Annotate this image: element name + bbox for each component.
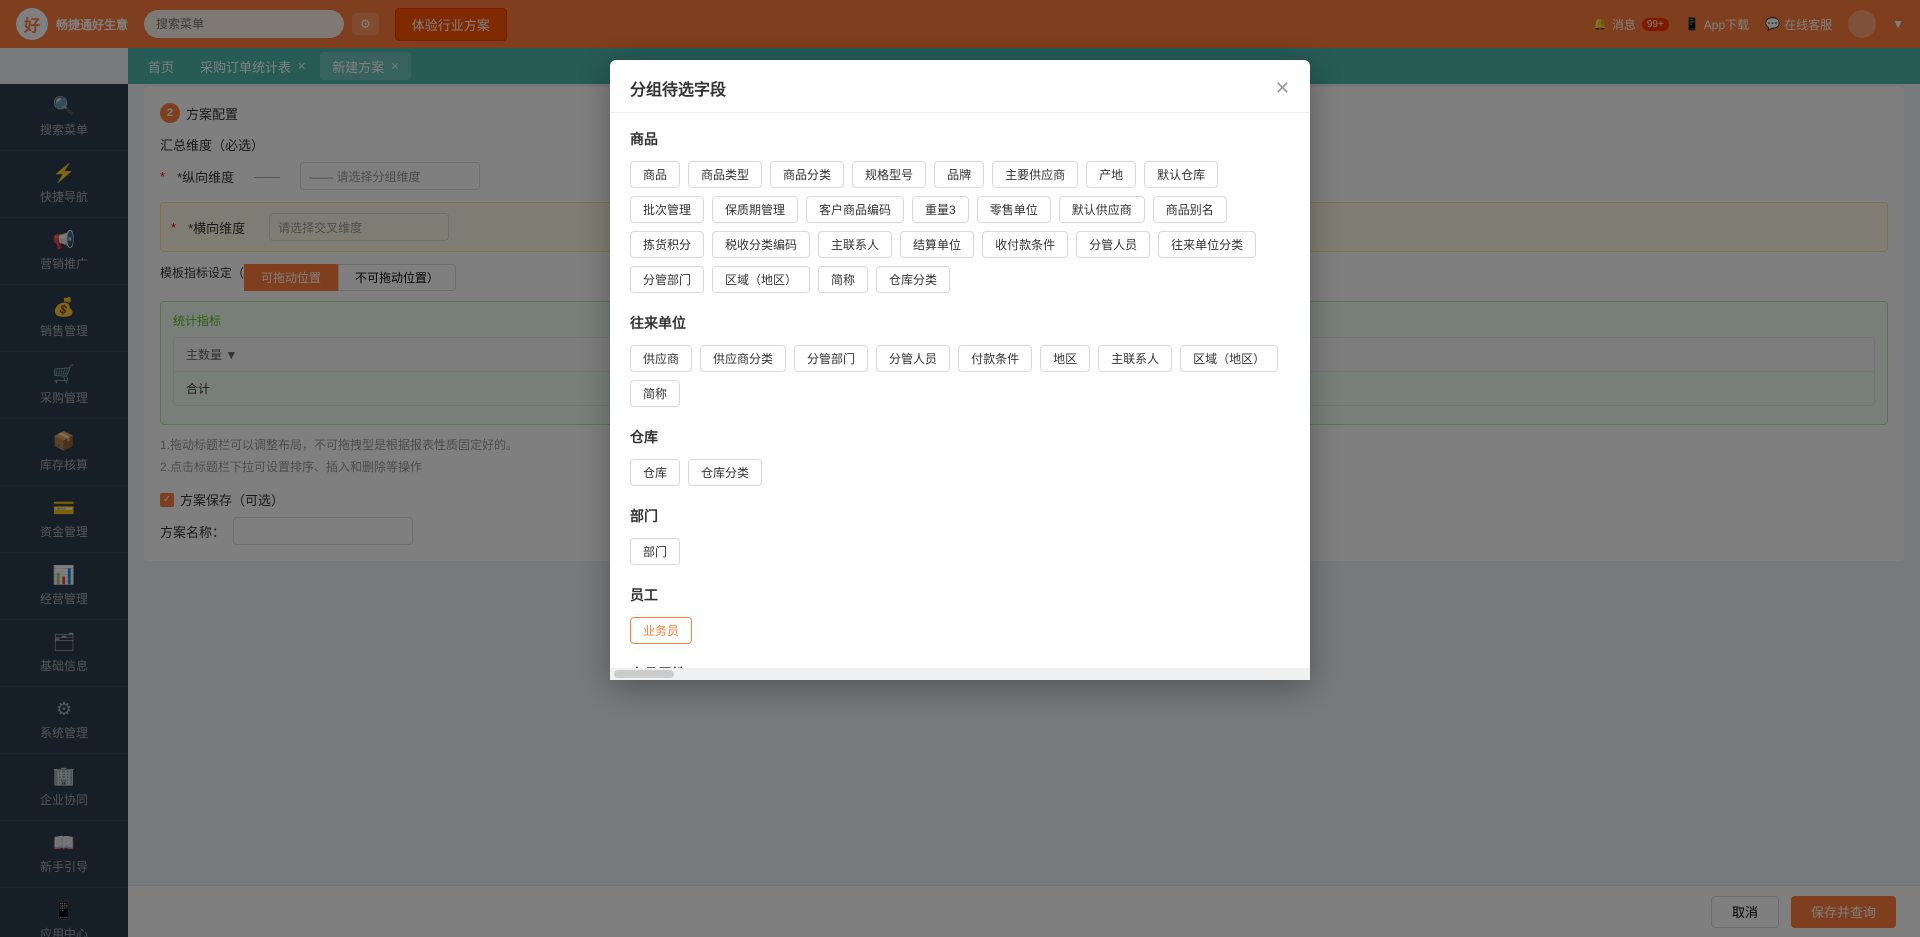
field-tag-mgmt-person2[interactable]: 分管人员 [876,345,950,372]
field-tag-origin[interactable]: 产地 [1086,161,1136,188]
field-tag-sales-rep[interactable]: 业务员 [630,617,692,644]
counterparts-section: 往来单位 供应商 供应商分类 分管部门 分管人员 付款条件 地区 主联系人 区域… [630,313,1290,407]
field-tag-mgmt-dept2[interactable]: 分管部门 [794,345,868,372]
field-tag-warehouse-category[interactable]: 仓库分类 [688,459,762,486]
field-tag-goods-category[interactable]: 商品分类 [770,161,844,188]
field-tag-main-contact[interactable]: 主联系人 [818,231,892,258]
field-tag-supplier[interactable]: 供应商 [630,345,692,372]
field-tag-default-supplier[interactable]: 默认供应商 [1059,196,1145,223]
field-tag-retail-unit[interactable]: 零售单位 [977,196,1051,223]
employee-field-tags: 业务员 [630,617,1290,644]
employee-section: 员工 业务员 [630,585,1290,644]
field-tag-manager[interactable]: 分管人员 [1076,231,1150,258]
field-tag-batch-mgmt[interactable]: 批次管理 [630,196,704,223]
field-tag-region[interactable]: 区域（地区） [712,266,810,293]
field-tag-goods-type[interactable]: 商品类型 [688,161,762,188]
field-tag-warehouse[interactable]: 仓库 [630,459,680,486]
field-tag-dept[interactable]: 部门 [630,538,680,565]
field-tag-short-name2[interactable]: 简称 [630,380,680,407]
department-field-tags: 部门 [630,538,1290,565]
field-tag-goods[interactable]: 商品 [630,161,680,188]
employee-section-title: 员工 [630,585,1290,605]
field-tag-spec-type[interactable]: 规格型号 [852,161,926,188]
counterparts-section-title: 往来单位 [630,313,1290,333]
field-tag-main-contact2[interactable]: 主联系人 [1098,345,1172,372]
modal-dialog: 分组待选字段 ✕ 商品 商品 商品类型 商品分类 规格型号 品牌 主要供应商 产… [610,60,1310,680]
field-tag-pick-points[interactable]: 拣货积分 [630,231,704,258]
field-tag-brand[interactable]: 品牌 [934,161,984,188]
counterparts-field-tags: 供应商 供应商分类 分管部门 分管人员 付款条件 地区 主联系人 区域（地区） … [630,345,1290,407]
modal-close-button[interactable]: ✕ [1275,78,1290,99]
field-tag-region-area[interactable]: 区域（地区） [1180,345,1278,372]
warehouse-section: 仓库 仓库 仓库分类 [630,427,1290,486]
field-tag-short-name[interactable]: 简称 [818,266,868,293]
field-tag-warehouse-cat[interactable]: 仓库分类 [876,266,950,293]
department-section-title: 部门 [630,506,1290,526]
field-tag-supplier-cat[interactable]: 供应商分类 [700,345,786,372]
field-tag-mgmt-dept[interactable]: 分管部门 [630,266,704,293]
field-tag-goods-alias[interactable]: 商品别名 [1153,196,1227,223]
field-tag-payment-cond[interactable]: 付款条件 [958,345,1032,372]
modal-hscroll[interactable] [610,668,1310,680]
field-tag-from-unit-cat[interactable]: 往来单位分类 [1158,231,1256,258]
field-tag-quality-mgmt[interactable]: 保质期管理 [712,196,798,223]
field-tag-default-warehouse[interactable]: 默认仓库 [1144,161,1218,188]
field-tag-region2[interactable]: 地区 [1040,345,1090,372]
goods-section-title: 商品 [630,129,1290,149]
hscroll-thumb[interactable] [614,670,674,678]
modal-header: 分组待选字段 ✕ [610,60,1310,113]
field-tag-weight3[interactable]: 重量3 [912,196,969,223]
field-tag-main-supplier[interactable]: 主要供应商 [992,161,1078,188]
goods-section: 商品 商品 商品类型 商品分类 规格型号 品牌 主要供应商 产地 默认仓库 批次… [630,129,1290,293]
modal-title: 分组待选字段 [630,76,726,100]
field-tag-customer-code[interactable]: 客户商品编码 [806,196,904,223]
warehouse-section-title: 仓库 [630,427,1290,447]
department-section: 部门 部门 [630,506,1290,565]
modal-overlay: 分组待选字段 ✕ 商品 商品 商品类型 商品分类 规格型号 品牌 主要供应商 产… [0,0,1920,937]
field-tag-tax-code[interactable]: 税收分类编码 [712,231,810,258]
field-tag-payment-terms[interactable]: 收付款条件 [982,231,1068,258]
goods-field-tags: 商品 商品类型 商品分类 规格型号 品牌 主要供应商 产地 默认仓库 批次管理 … [630,161,1290,293]
field-tag-settle-unit[interactable]: 结算单位 [900,231,974,258]
warehouse-field-tags: 仓库 仓库分类 [630,459,1290,486]
modal-body[interactable]: 商品 商品 商品类型 商品分类 规格型号 品牌 主要供应商 产地 默认仓库 批次… [610,113,1310,668]
